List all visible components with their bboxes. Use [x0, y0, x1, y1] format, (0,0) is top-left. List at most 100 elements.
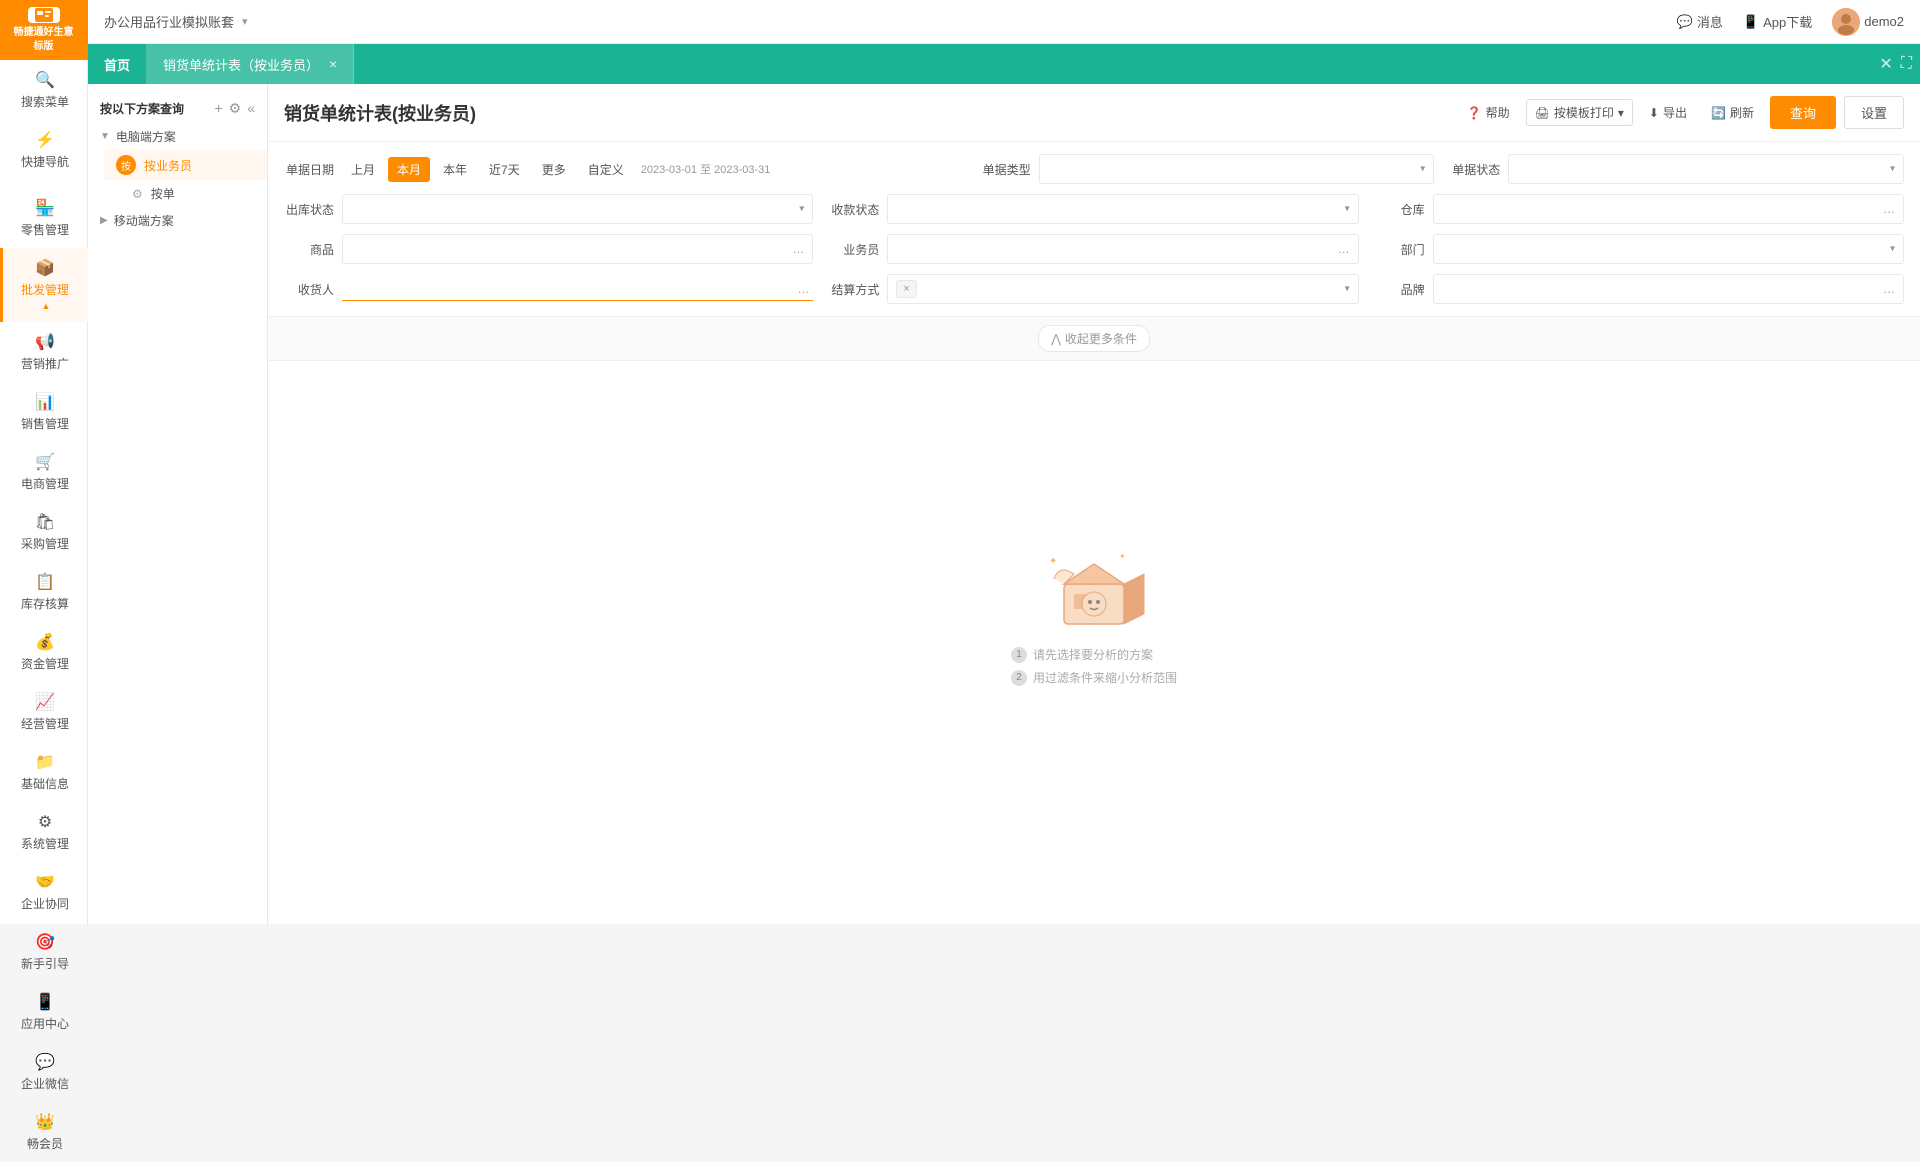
sidebar-item-guide[interactable]: 🎯 新手引导 — [0, 922, 88, 982]
sidebar-item-search[interactable]: 🔍 搜索菜单 — [0, 60, 88, 120]
sidebar-item-label: 企业微信 — [8, 1075, 83, 1092]
salesperson-select[interactable]: … — [887, 234, 1358, 264]
refresh-icon: 🔄 — [1711, 106, 1726, 120]
warehouse-select[interactable]: … — [1433, 194, 1904, 224]
out-status-control: ▾ — [342, 194, 813, 224]
add-scheme-btn[interactable]: + — [214, 100, 222, 117]
tree-item-by-salesperson[interactable]: 按 按业务员 — [104, 150, 267, 180]
receiver-input[interactable] — [342, 278, 813, 300]
sidebar-item-inventory[interactable]: 📋 库存核算 — [0, 562, 88, 622]
type-control: ▾ — [1039, 154, 1435, 184]
page-title-bar: 销货单统计表(按业务员) ❓ 帮助 🖨 按模板打印 ▾ ⬇ 导出 — [268, 84, 1920, 142]
sidebar-item-basic-info[interactable]: 📁 基础信息 — [0, 742, 88, 802]
member-icon: 👑 — [8, 1112, 83, 1132]
collapse-conditions-btn[interactable]: ⋀ 收起更多条件 — [1038, 325, 1150, 352]
collapse-icon: ⋀ — [1051, 332, 1061, 346]
wechat-icon: 💬 — [8, 1052, 83, 1072]
brand-select[interactable]: … — [1433, 274, 1904, 304]
sidebar-item-finance[interactable]: 💰 资金管理 — [0, 622, 88, 682]
user-menu[interactable]: demo2 — [1832, 8, 1904, 36]
type-label: 单据类型 — [981, 161, 1031, 178]
payment-status-control: ▾ — [887, 194, 1358, 224]
goods-select[interactable]: … — [342, 234, 813, 264]
sidebar-item-purchase[interactable]: 🛍 采购管理 — [0, 502, 88, 562]
tree-expand-mobile-icon[interactable]: ▶ — [100, 215, 108, 226]
warehouse-dots-icon: … — [1883, 202, 1895, 216]
filter-brand: 品牌 … — [1375, 274, 1904, 304]
breadcrumb-dropdown[interactable]: ▾ — [242, 15, 248, 28]
date-last-month-btn[interactable]: 上月 — [342, 157, 384, 182]
receiver-control: … — [342, 278, 813, 301]
settings-button[interactable]: 设置 — [1844, 96, 1904, 129]
message-btn[interactable]: 💬 消息 — [1677, 12, 1723, 31]
collapse-label: 收起更多条件 — [1065, 330, 1137, 347]
filter-out-status: 出库状态 ▾ — [284, 194, 813, 224]
page-title: 销货单统计表(按业务员) — [284, 100, 476, 126]
date-this-month-btn[interactable]: 本月 — [388, 157, 430, 182]
query-button[interactable]: 查询 — [1770, 96, 1836, 129]
filter-department: 部门 ▾ — [1375, 234, 1904, 264]
settlement-arrow-icon: ▾ — [1345, 284, 1350, 295]
sidebar-item-app-center[interactable]: 📱 应用中心 — [0, 982, 88, 1042]
sidebar-item-wholesale[interactable]: 📦 批发管理 ▲ — [0, 248, 88, 322]
sidebar-item-operations[interactable]: 📈 经营管理 — [0, 682, 88, 742]
sidebar-item-cooperation[interactable]: 🤝 企业协同 — [0, 862, 88, 922]
top-bar-right: 💬 消息 📱 App下载 demo2 — [1677, 8, 1904, 36]
receiver-dots-icon: … — [797, 282, 809, 296]
window-close-btn[interactable]: ✕ — [1879, 54, 1892, 74]
window-max-btn[interactable]: ⛶ — [1901, 55, 1912, 73]
sidebar-item-quick-nav[interactable]: ⚡ 快捷导航 — [0, 120, 88, 180]
tree-sub-pc: 按 按业务员 ⚙ 按单 — [88, 150, 267, 207]
sidebar-item-label: 营销推广 — [8, 355, 83, 372]
operations-icon: 📈 — [8, 692, 83, 712]
sidebar-item-ecommerce[interactable]: 🛒 电商管理 — [0, 442, 88, 502]
tab-close-btn[interactable]: × — [329, 56, 337, 72]
tab-current[interactable]: 销货单统计表（按业务员） × — [147, 44, 354, 84]
sidebar-item-label: 零售管理 — [8, 221, 83, 238]
payment-status-select[interactable]: ▾ — [887, 194, 1358, 224]
settings-scheme-btn[interactable]: ⚙ — [229, 100, 242, 117]
salesperson-dots-icon: … — [1338, 242, 1350, 256]
settlement-tag-close[interactable]: × — [903, 283, 909, 295]
sidebar-item-retail[interactable]: 🏪 零售管理 — [0, 188, 88, 248]
department-arrow-icon: ▾ — [1890, 244, 1895, 255]
sidebar-item-label: 资金管理 — [8, 655, 83, 672]
sidebar-item-label: 搜索菜单 — [8, 93, 83, 110]
tree-expand-icon[interactable]: ▼ — [100, 131, 110, 142]
print-template-btn[interactable]: 🖨 按模板打印 ▾ — [1526, 99, 1633, 126]
tree-item-by-order[interactable]: ⚙ 按单 — [104, 180, 267, 207]
filter-row-2: 出库状态 ▾ 收款状态 ▾ — [284, 194, 1904, 224]
sidebar-item-system[interactable]: ⚙ 系统管理 — [0, 802, 88, 862]
finance-icon: 💰 — [8, 632, 83, 652]
date-more-btn[interactable]: 更多 — [533, 157, 575, 182]
sidebar-item-sales[interactable]: 📊 销售管理 — [0, 382, 88, 442]
date-custom-btn[interactable]: 自定义 — [579, 157, 633, 182]
sidebar-item-label: 采购管理 — [8, 535, 83, 552]
tab-home[interactable]: 首页 — [88, 44, 147, 84]
sidebar-item-member[interactable]: 👑 畅会员 — [0, 1102, 88, 1162]
top-bar: 办公用品行业模拟账套 ▾ 💬 消息 📱 App下载 de — [88, 0, 1920, 44]
filter-date: 单据日期 上月 本月 本年 近7天 更多 自定义 2023-03-01 至 20… — [284, 157, 965, 182]
logo-icon — [28, 7, 60, 23]
export-btn[interactable]: ⬇ 导出 — [1641, 100, 1695, 125]
search-icon: 🔍 — [8, 70, 83, 90]
collapse-panel-btn[interactable]: « — [247, 100, 255, 117]
system-icon: ⚙ — [8, 812, 83, 832]
brand-dots-icon: … — [1883, 282, 1895, 296]
date-this-year-btn[interactable]: 本年 — [434, 157, 476, 182]
help-btn[interactable]: ❓ 帮助 — [1459, 100, 1518, 125]
settlement-label: 结算方式 — [829, 281, 879, 298]
out-status-select[interactable]: ▾ — [342, 194, 813, 224]
app-logo: 畅捷通好生意 标版 — [0, 0, 88, 60]
sidebar-item-label: 基础信息 — [8, 775, 83, 792]
tab-current-label: 销货单统计表（按业务员） — [163, 55, 319, 74]
sidebar-item-wechat[interactable]: 💬 企业微信 — [0, 1042, 88, 1102]
refresh-btn[interactable]: 🔄 刷新 — [1703, 100, 1762, 125]
settlement-select[interactable]: × ▾ — [887, 274, 1358, 304]
department-select[interactable]: ▾ — [1433, 234, 1904, 264]
status-select[interactable]: ▾ — [1508, 154, 1904, 184]
sidebar-item-marketing[interactable]: 📢 营销推广 — [0, 322, 88, 382]
app-download-btn[interactable]: 📱 App下载 — [1743, 12, 1812, 31]
type-select[interactable]: ▾ — [1039, 154, 1435, 184]
date-last-7days-btn[interactable]: 近7天 — [480, 157, 529, 182]
